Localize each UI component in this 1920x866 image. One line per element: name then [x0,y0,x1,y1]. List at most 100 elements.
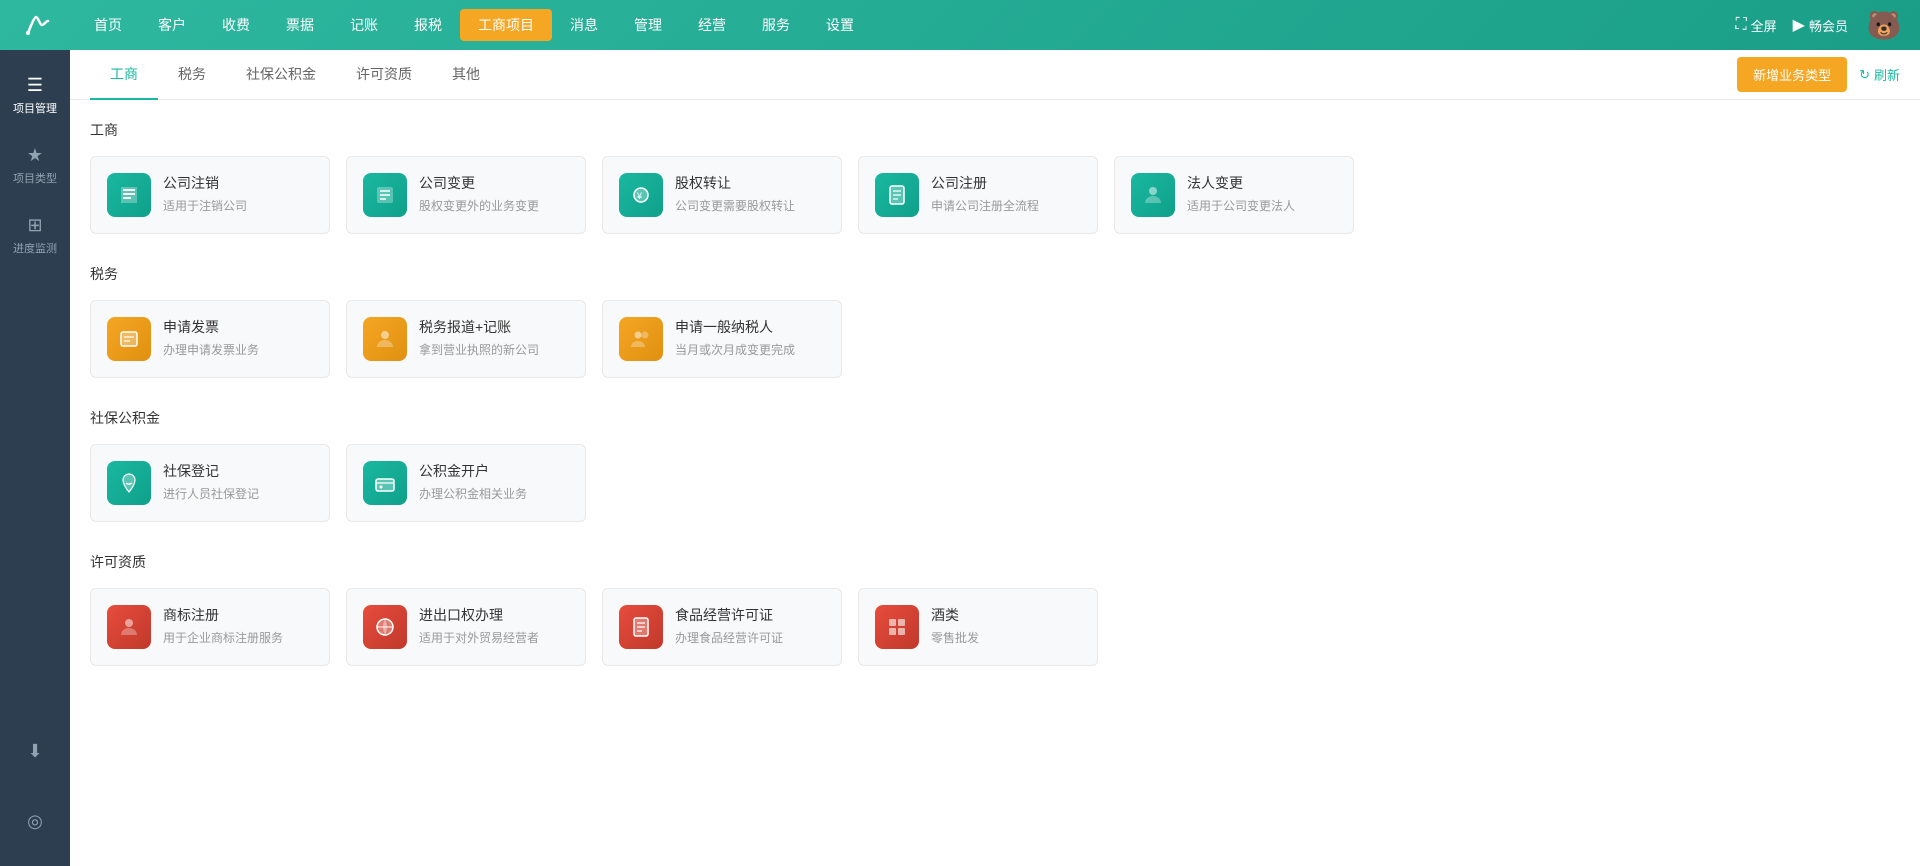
card-title-company-cancel: 公司注销 [163,173,313,193]
card-title-alcohol: 酒类 [931,605,1081,625]
card-desc-company-change: 股权变更外的业务变更 [419,197,569,214]
card-icon-apply-invoice [107,317,151,361]
card-icon-company-register [875,173,919,217]
tab-business[interactable]: 工商 [90,51,158,100]
card-import-export[interactable]: 进出口权办理 适用于对外贸易经营者 [346,588,586,666]
nav-operation[interactable]: 经营 [680,0,744,50]
tab-other[interactable]: 其他 [432,51,500,100]
card-legal-person-change[interactable]: 法人变更 适用于公司变更法人 [1114,156,1354,234]
card-title-trademark: 商标注册 [163,605,313,625]
nav-right: ⛶ 全屏 ▶ 畅会员 🐻 [1735,5,1904,45]
card-desc-equity-transfer: 公司变更需要股权转让 [675,197,825,214]
add-business-type-button[interactable]: 新增业务类型 [1737,57,1847,92]
card-title-equity-transfer: 股权转让 [675,173,825,193]
card-desc-food-license: 办理食品经营许可证 [675,629,825,646]
card-tax-report[interactable]: 税务报道+记账 拿到营业执照的新公司 [346,300,586,378]
cards-grid-license: 商标注册 用于企业商标注册服务 进出口权办理 适用于对外贸易经营者 [90,588,1900,666]
nav-bill[interactable]: 票据 [268,0,332,50]
card-desc-tax-report: 拿到营业执照的新公司 [419,341,569,358]
nav-business[interactable]: 工商项目 [460,9,552,41]
card-company-change[interactable]: 公司变更 股权变更外的业务变更 [346,156,586,234]
card-title-social-register: 社保登记 [163,461,313,481]
card-desc-trademark: 用于企业商标注册服务 [163,629,313,646]
section-tax: 税务 申请发票 办理申请发票业务 [90,264,1900,378]
section-license: 许可资质 商标注册 用于企业商标注册服务 [90,552,1900,666]
card-desc-provident-fund: 办理公积金相关业务 [419,485,569,502]
svg-text:¥: ¥ [636,191,643,201]
section-title-social-insurance: 社保公积金 [90,408,1900,428]
card-equity-transfer[interactable]: ¥ 股权转让 公司变更需要股权转让 [602,156,842,234]
section-social-insurance: 社保公积金 社保登记 进行人员社保登记 [90,408,1900,522]
cards-grid-business: 公司注销 适用于注销公司 公司变更 股权变更外的业务变更 [90,156,1900,234]
nav-bookkeeping[interactable]: 记账 [332,0,396,50]
tab-tax[interactable]: 税务 [158,51,226,100]
card-desc-legal-person-change: 适用于公司变更法人 [1187,197,1337,214]
fullscreen-btn[interactable]: ⛶ 全屏 [1735,16,1776,35]
card-apply-taxpayer[interactable]: 申请一般纳税人 当月或次月成变更完成 [602,300,842,378]
card-trademark[interactable]: 商标注册 用于企业商标注册服务 [90,588,330,666]
card-food-license[interactable]: 食品经营许可证 办理食品经营许可证 [602,588,842,666]
nav-fee[interactable]: 收费 [204,0,268,50]
card-title-apply-invoice: 申请发票 [163,317,313,337]
card-title-provident-fund: 公积金开户 [419,461,569,481]
card-icon-tax-report [363,317,407,361]
card-desc-apply-taxpayer: 当月或次月成变更完成 [675,341,825,358]
nav-tax-report[interactable]: 报税 [396,0,460,50]
card-company-register[interactable]: 公司注册 申请公司注册全流程 [858,156,1098,234]
card-icon-legal-person-change [1131,173,1175,217]
card-icon-import-export [363,605,407,649]
sidebar-item-location[interactable]: ◎ [0,786,70,856]
project-type-icon: ★ [24,144,46,166]
card-title-import-export: 进出口权办理 [419,605,569,625]
card-icon-food-license [619,605,663,649]
card-icon-social-register [107,461,151,505]
section-title-business: 工商 [90,120,1900,140]
tab-social-insurance[interactable]: 社保公积金 [226,51,336,100]
tabs-actions: 新增业务类型 ↻ 刷新 [1737,57,1900,92]
card-desc-import-export: 适用于对外贸易经营者 [419,629,569,646]
nav-customer[interactable]: 客户 [140,0,204,50]
location-icon: ◎ [24,810,46,832]
card-icon-apply-taxpayer [619,317,663,361]
nav-message[interactable]: 消息 [552,0,616,50]
nav-service[interactable]: 服务 [744,0,808,50]
card-title-company-register: 公司注册 [931,173,1081,193]
scroll-content[interactable]: 工商 公司注销 适用于注销公司 [70,100,1920,866]
mascot: 🐻 [1864,5,1904,45]
card-icon-company-cancel [107,173,151,217]
card-title-tax-report: 税务报道+记账 [419,317,569,337]
card-alcohol[interactable]: 酒类 零售批发 [858,588,1098,666]
refresh-icon: ↻ [1859,67,1870,83]
card-icon-trademark [107,605,151,649]
card-apply-invoice[interactable]: 申请发票 办理申请发票业务 [90,300,330,378]
vip-btn[interactable]: ▶ 畅会员 [1793,15,1848,35]
sidebar-item-project-type[interactable]: ★ 项目类型 [0,130,70,200]
card-title-apply-taxpayer: 申请一般纳税人 [675,317,825,337]
section-business: 工商 公司注销 适用于注销公司 [90,120,1900,234]
card-icon-company-change [363,173,407,217]
card-social-register[interactable]: 社保登记 进行人员社保登记 [90,444,330,522]
card-title-food-license: 食品经营许可证 [675,605,825,625]
refresh-button[interactable]: ↻ 刷新 [1859,65,1900,84]
left-sidebar: ☰ 项目管理 ★ 项目类型 ⊞ 进度监测 ⬇ ◎ [0,50,70,866]
nav-home[interactable]: 首页 [76,0,140,50]
cards-grid-tax: 申请发票 办理申请发票业务 税务报道+记账 拿到营业执照的新公司 [90,300,1900,378]
sidebar-item-download[interactable]: ⬇ [0,716,70,786]
sidebar-item-project-manage[interactable]: ☰ 项目管理 [0,60,70,130]
main-layout: ☰ 项目管理 ★ 项目类型 ⊞ 进度监测 ⬇ ◎ 工商 税务 社保公积金 [0,50,1920,866]
card-company-cancel[interactable]: 公司注销 适用于注销公司 [90,156,330,234]
card-icon-alcohol [875,605,919,649]
card-icon-equity-transfer: ¥ [619,173,663,217]
card-icon-provident-fund [363,461,407,505]
nav-manage[interactable]: 管理 [616,0,680,50]
sidebar-bottom: ⬇ ◎ [0,716,70,866]
card-desc-alcohol: 零售批发 [931,629,1081,646]
card-desc-apply-invoice: 办理申请发票业务 [163,341,313,358]
logo [16,5,56,45]
tab-license[interactable]: 许可资质 [336,51,432,100]
card-desc-social-register: 进行人员社保登记 [163,485,313,502]
nav-settings[interactable]: 设置 [808,0,872,50]
sidebar-item-progress-monitor[interactable]: ⊞ 进度监测 [0,200,70,270]
card-provident-fund[interactable]: 公积金开户 办理公积金相关业务 [346,444,586,522]
card-desc-company-cancel: 适用于注销公司 [163,197,313,214]
